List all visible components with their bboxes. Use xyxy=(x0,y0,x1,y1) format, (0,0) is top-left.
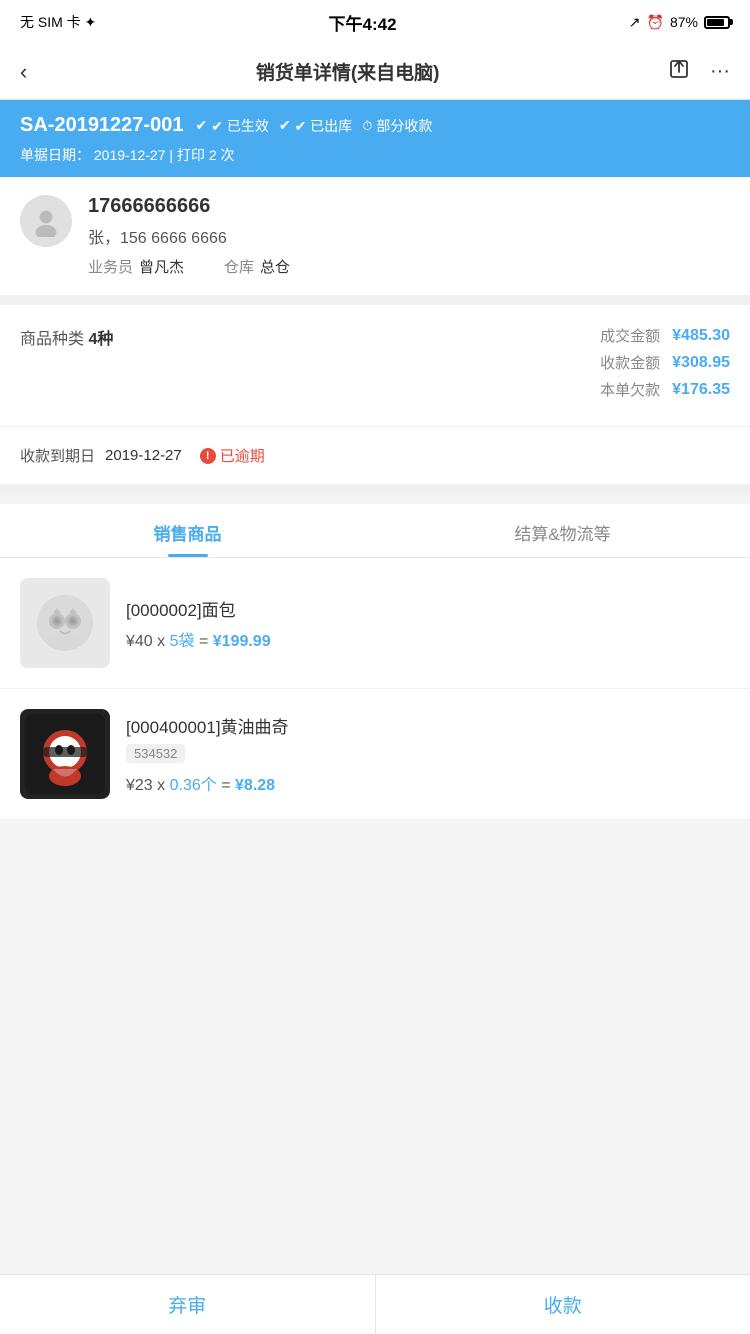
tabs-section: 销售商品 结算&物流等 xyxy=(0,504,750,558)
bottom-bar: 弃审 收款 xyxy=(0,1274,750,1334)
owed-label: 本单欠款 xyxy=(600,379,660,400)
category-value: 4种 xyxy=(88,331,113,348)
overdue-badge: ! 已逾期 xyxy=(192,443,273,468)
amount-value: ¥485.30 xyxy=(672,327,730,345)
tab-products[interactable]: 销售商品 xyxy=(0,504,375,557)
warehouse-meta: 仓库 总仓 xyxy=(224,256,290,277)
thumb-img-2 xyxy=(20,709,110,799)
summary-left: 商品种类 4种 xyxy=(20,325,113,353)
header-banner: SA-20191227-001 ✔ ✔ 已生效 ✔ ✔ 已出库 ⏱ 部分收款 单… xyxy=(0,100,750,177)
more-icon[interactable]: ··· xyxy=(710,60,730,83)
order-badges: ✔ ✔ 已生效 ✔ ✔ 已出库 ⏱ 部分收款 xyxy=(195,116,432,136)
confirm-button[interactable]: 收款 xyxy=(376,1275,750,1334)
badge-shipped: ✔ ✔ 已出库 xyxy=(279,116,352,136)
summary-section: 商品种类 4种 成交金额 ¥485.30 收款金额 ¥308.95 本单欠款 ¥… xyxy=(0,305,750,426)
badge-active: ✔ ✔ 已生效 xyxy=(195,116,268,136)
nav-bar: ‹ 销货单详情(来自电脑) ··· xyxy=(0,44,750,100)
customer-id: 17666666666 xyxy=(88,195,730,218)
warehouse-label: 仓库 xyxy=(224,256,254,277)
category-row: 商品种类 4种 xyxy=(20,325,113,349)
product-info-1: [0000002]面包 ¥40 x 5袋 = ¥199.99 xyxy=(126,596,730,651)
amount-row: 成交金额 ¥485.30 xyxy=(600,325,730,346)
owed-row: 本单欠款 ¥176.35 xyxy=(600,379,730,400)
battery-icon xyxy=(704,16,730,29)
divider-2 xyxy=(0,484,750,494)
customer-info: 17666666666 张，156 6666 6666 业务员 曾凡杰 仓库 总… xyxy=(88,195,730,277)
product-info-2: [000400001]黄油曲奇 534532 ¥23 x 0.36个 = ¥8.… xyxy=(126,713,730,795)
status-time: 下午4:42 xyxy=(329,10,397,35)
thumb-placeholder-1: 叠+ xyxy=(20,578,110,668)
due-date-section: 收款到期日 2019-12-27 ! 已逾期 xyxy=(0,426,750,484)
order-date-row: 单据日期： 2019-12-27 | 打印 2 次 xyxy=(20,145,730,165)
warehouse-value: 总仓 xyxy=(260,256,290,277)
share-icon[interactable] xyxy=(668,58,690,86)
owed-value: ¥176.35 xyxy=(672,381,730,399)
product-price-2: ¥23 x 0.36个 = ¥8.28 xyxy=(126,771,730,795)
qty-2: 0.36个 xyxy=(170,777,217,794)
badge-partial: ⏱ 部分收款 xyxy=(362,116,432,136)
total-1: ¥199.99 xyxy=(213,633,271,650)
status-left: 无 SIM 卡 ✦ xyxy=(20,12,96,32)
due-date-label: 收款到期日 xyxy=(20,445,95,466)
order-id: SA-20191227-001 xyxy=(20,114,183,137)
overdue-icon: ! xyxy=(200,448,216,464)
battery-percent: 87% xyxy=(670,14,698,30)
list-item: 叠+ [0000002]面包 ¥40 x 5袋 = ¥199.99 xyxy=(0,558,750,689)
check-icon-shipped: ✔ xyxy=(279,117,291,134)
received-row: 收款金额 ¥308.95 xyxy=(600,352,730,373)
product-thumbnail-1: 叠+ xyxy=(20,578,110,668)
sales-label: 业务员 xyxy=(88,256,133,277)
back-button[interactable]: ‹ xyxy=(20,59,27,85)
customer-meta: 业务员 曾凡杰 仓库 总仓 xyxy=(88,256,730,277)
clock-icon: ⏱ xyxy=(362,118,372,134)
nav-actions: ··· xyxy=(668,58,730,86)
unit-price-2: ¥23 xyxy=(126,777,153,794)
received-label: 收款金额 xyxy=(600,352,660,373)
date-value: 2019-12-27 xyxy=(94,147,166,163)
tab-settlement[interactable]: 结算&物流等 xyxy=(375,504,750,557)
print-info: | 打印 2 次 xyxy=(169,147,234,163)
product-thumbnail-2 xyxy=(20,709,110,799)
total-2: ¥8.28 xyxy=(235,777,275,794)
divider-1 xyxy=(0,295,750,305)
location-icon: ↗ xyxy=(629,14,641,31)
overdue-text: 已逾期 xyxy=(220,445,265,466)
received-value: ¥308.95 xyxy=(672,354,730,372)
summary-right: 成交金额 ¥485.30 收款金额 ¥308.95 本单欠款 ¥176.35 xyxy=(600,325,730,406)
due-date-value: 2019-12-27 xyxy=(105,447,182,464)
status-right: ↗ ⏰ 87% xyxy=(629,14,730,31)
products-section: 叠+ [0000002]面包 ¥40 x 5袋 = ¥199.99 xyxy=(0,558,750,820)
list-item: [000400001]黄油曲奇 534532 ¥23 x 0.36个 = ¥8.… xyxy=(0,689,750,820)
unit-price-1: ¥40 xyxy=(126,633,153,650)
qty-1: 5袋 xyxy=(170,633,195,650)
page-title: 销货单详情(来自电脑) xyxy=(256,58,440,85)
alarm-icon: ⏰ xyxy=(647,14,664,31)
bottom-spacer xyxy=(0,820,750,900)
customer-name: 张，156 6666 6666 xyxy=(88,224,730,248)
sales-meta: 业务员 曾凡杰 xyxy=(88,256,184,277)
cancel-button[interactable]: 弃审 xyxy=(0,1275,376,1334)
status-bar: 无 SIM 卡 ✦ 下午4:42 ↗ ⏰ 87% xyxy=(0,0,750,44)
date-label: 单据日期： xyxy=(20,147,90,163)
check-icon-active: ✔ xyxy=(195,117,207,134)
product-price-1: ¥40 x 5袋 = ¥199.99 xyxy=(126,627,730,651)
category-label: 商品种类 xyxy=(20,331,84,348)
product-name-2: [000400001]黄油曲奇 xyxy=(126,713,730,738)
avatar xyxy=(20,195,72,247)
customer-section: 17666666666 张，156 6666 6666 业务员 曾凡杰 仓库 总… xyxy=(0,177,750,295)
amount-label: 成交金额 xyxy=(600,325,660,346)
product-sku-2: 534532 xyxy=(126,744,185,763)
product-name-1: [0000002]面包 xyxy=(126,596,730,621)
sales-value: 曾凡杰 xyxy=(139,256,184,277)
